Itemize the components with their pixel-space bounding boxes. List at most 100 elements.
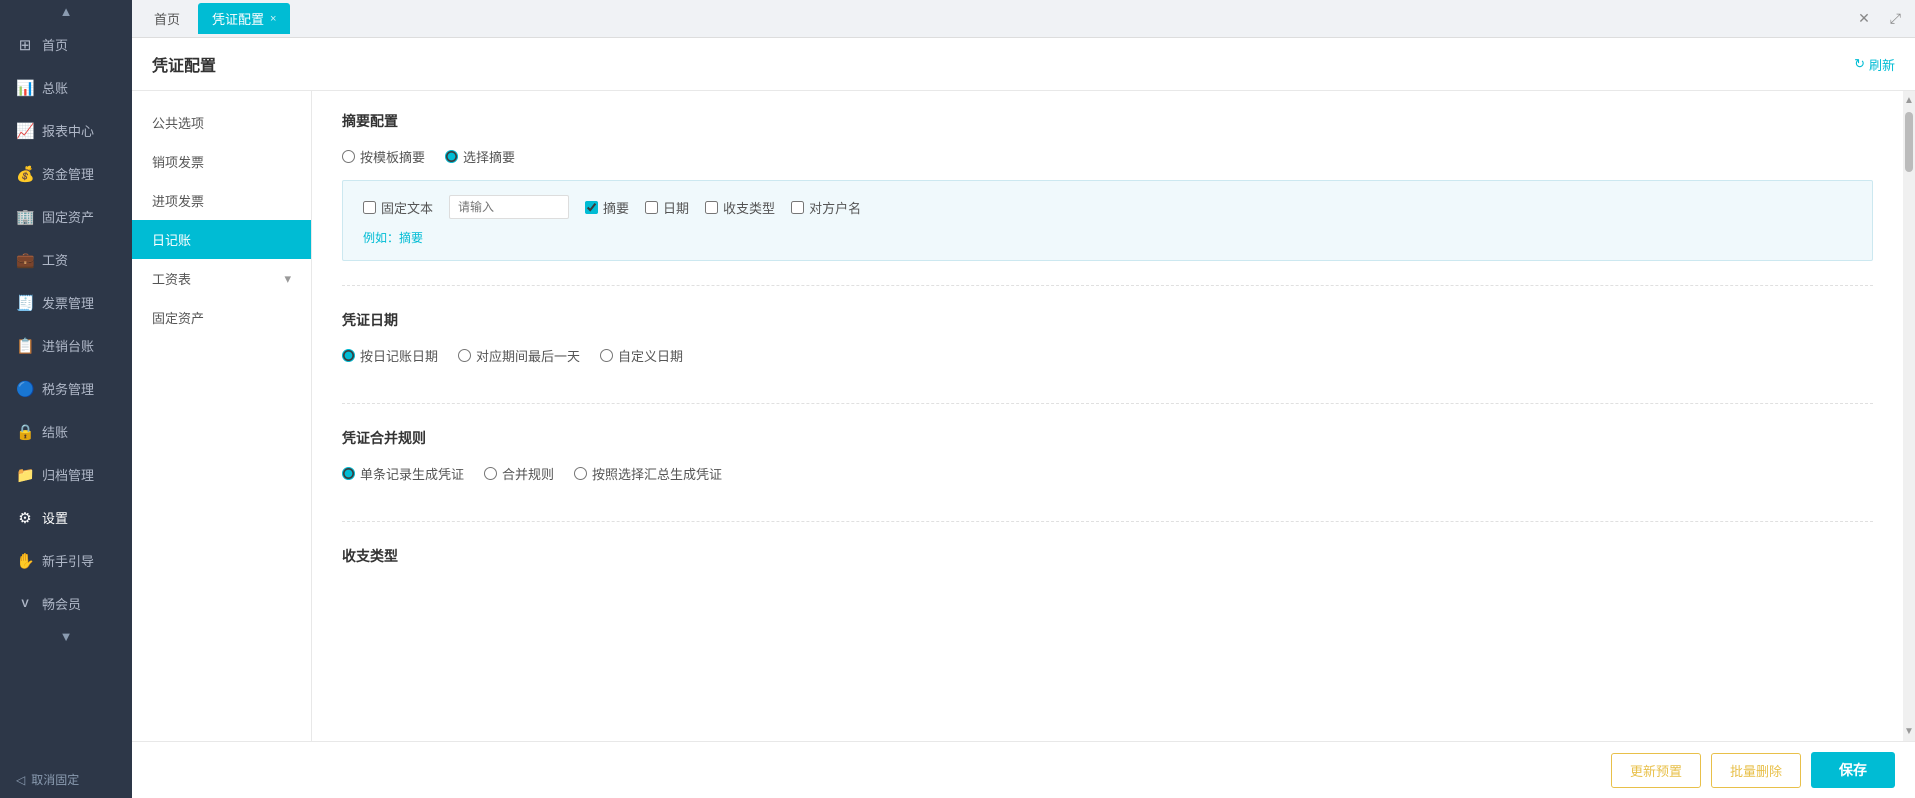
sidebar-item-payroll[interactable]: 💼 工资 [0, 238, 132, 281]
form-area: 摘要配置 按模板摘要 选择摘要 [312, 91, 1903, 741]
main-area: 首页 凭证配置 × ✕ ⤢ 凭证配置 ↻ 刷新 公共选项 [132, 0, 1915, 798]
fixed-text-label: 固定文本 [381, 198, 433, 217]
radio-due-last[interactable] [458, 349, 471, 362]
sidebar-item-label: 资金管理 [42, 164, 94, 183]
sidebar-item-guide[interactable]: ✋ 新手引导 [0, 539, 132, 582]
tab-bar: 首页 凭证配置 × ✕ ⤢ [132, 0, 1915, 38]
chevron-down-icon: ▾ [284, 271, 291, 287]
abstract-checkbox-label[interactable]: 摘要 [585, 198, 629, 217]
sidebar-item-label: 进销台账 [42, 336, 94, 355]
radio-custom-date-label[interactable]: 自定义日期 [600, 346, 683, 365]
nav-item-sales-label: 销项发票 [152, 152, 204, 171]
radio-single-text: 单条记录生成凭证 [360, 464, 464, 483]
tax-icon: 🔵 [16, 380, 34, 398]
nav-item-journal[interactable]: 日记账 [132, 220, 311, 259]
sidebar-item-settings[interactable]: ⚙ 设置 [0, 496, 132, 539]
radio-due-last-label[interactable]: 对应期间最后一天 [458, 346, 580, 365]
nav-item-payroll-table-label: 工资表 [152, 269, 191, 288]
tab-voucher-config-label: 凭证配置 [212, 9, 264, 28]
nav-item-payroll-table[interactable]: 工资表 ▾ [132, 259, 311, 298]
home-icon: ⊞ [16, 36, 34, 54]
sidebar-item-close[interactable]: 🔒 结账 [0, 410, 132, 453]
date-label: 日期 [663, 198, 689, 217]
sidebar-item-label: 报表中心 [42, 121, 94, 140]
radio-select-total-label[interactable]: 按照选择汇总生成凭证 [574, 464, 722, 483]
sidebar-item-reports[interactable]: 📈 报表中心 [0, 109, 132, 152]
page-title: 凭证配置 [152, 52, 216, 76]
update-preview-button[interactable]: 更新预置 [1611, 753, 1701, 788]
batch-delete-button[interactable]: 批量删除 [1711, 753, 1801, 788]
archive-icon: 📁 [16, 466, 34, 484]
window-resize-button[interactable]: ⤢ [1884, 8, 1907, 29]
radio-merge[interactable] [484, 467, 497, 480]
scroll-up-arrow[interactable]: ▲ [1902, 93, 1915, 108]
nav-item-purchase[interactable]: 进项发票 [132, 181, 311, 220]
fixed-text-input[interactable] [449, 195, 569, 219]
ledger-icon: 📊 [16, 79, 34, 97]
other-party-checkbox[interactable] [791, 201, 804, 214]
nav-item-fixed-assets-label: 固定资产 [152, 308, 204, 327]
sidebar-item-fixed-assets[interactable]: 🏢 固定资产 [0, 195, 132, 238]
sidebar-item-label: 设置 [42, 508, 68, 527]
nav-item-public[interactable]: 公共选项 [132, 103, 311, 142]
radio-select[interactable] [445, 150, 458, 163]
income-type-checkbox[interactable] [705, 201, 718, 214]
sidebar-item-ledger[interactable]: 📊 总账 [0, 66, 132, 109]
sidebar-item-purchase-sale[interactable]: 📋 进销台账 [0, 324, 132, 367]
radio-template[interactable] [342, 150, 355, 163]
radio-select-total[interactable] [574, 467, 587, 480]
sidebar-item-tax[interactable]: 🔵 税务管理 [0, 367, 132, 410]
tab-close-button[interactable]: × [270, 13, 276, 25]
save-button[interactable]: 保存 [1811, 752, 1895, 788]
sidebar-unpin-button[interactable]: ◁ 取消固定 [0, 761, 132, 798]
window-close-button[interactable]: ✕ [1852, 8, 1876, 29]
sidebar-scroll-down[interactable]: ▼ [0, 625, 132, 648]
radio-custom-date[interactable] [600, 349, 613, 362]
sidebar-item-label: 税务管理 [42, 379, 94, 398]
sidebar-item-label: 结账 [42, 422, 68, 441]
sidebar-item-home[interactable]: ⊞ 首页 [0, 23, 132, 66]
radio-single[interactable] [342, 467, 355, 480]
nav-item-sales[interactable]: 销项发票 [132, 142, 311, 181]
fixed-text-checkbox[interactable] [363, 201, 376, 214]
tab-actions: ✕ ⤢ [1852, 8, 1907, 29]
radio-select-label[interactable]: 选择摘要 [445, 147, 515, 166]
income-type-checkbox-label[interactable]: 收支类型 [705, 198, 775, 217]
radio-merge-label[interactable]: 合并规则 [484, 464, 554, 483]
scroll-down-arrow[interactable]: ▼ [1902, 724, 1915, 739]
refresh-button[interactable]: ↻ 刷新 [1854, 55, 1895, 74]
radio-journal-date-label[interactable]: 按日记账日期 [342, 346, 438, 365]
sidebar-item-invoice[interactable]: 🧾 发票管理 [0, 281, 132, 324]
radio-single-label[interactable]: 单条记录生成凭证 [342, 464, 464, 483]
funds-icon: 💰 [16, 165, 34, 183]
voucher-date-radio-group: 按日记账日期 对应期间最后一天 自定义日期 [342, 346, 1873, 365]
date-checkbox-label[interactable]: 日期 [645, 198, 689, 217]
purchase-sale-icon: 📋 [16, 337, 34, 355]
fixed-text-checkbox-label[interactable]: 固定文本 [363, 198, 433, 217]
refresh-label: 刷新 [1869, 55, 1895, 74]
other-party-checkbox-label[interactable]: 对方户名 [791, 198, 861, 217]
nav-item-purchase-label: 进项发票 [152, 191, 204, 210]
other-party-label: 对方户名 [809, 198, 861, 217]
sidebar-item-label: 首页 [42, 35, 68, 54]
sidebar-item-label: 固定资产 [42, 207, 94, 226]
nav-item-fixed-assets[interactable]: 固定资产 [132, 298, 311, 337]
sidebar-item-label: 畅会员 [42, 594, 81, 613]
date-checkbox[interactable] [645, 201, 658, 214]
merge-rules-title: 凭证合并规则 [342, 428, 1873, 448]
abstract-checkbox[interactable] [585, 201, 598, 214]
radio-journal-date[interactable] [342, 349, 355, 362]
radio-template-label[interactable]: 按模板摘要 [342, 147, 425, 166]
example-text: 例如：摘要 [363, 229, 1852, 246]
nav-item-public-label: 公共选项 [152, 113, 204, 132]
page-header: 凭证配置 ↻ 刷新 [132, 38, 1915, 91]
sidebar-item-funds[interactable]: 💰 资金管理 [0, 152, 132, 195]
sidebar-scroll-up[interactable]: ▲ [0, 0, 132, 23]
sidebar-item-label: 新手引导 [42, 551, 94, 570]
sidebar-item-archive[interactable]: 📁 归档管理 [0, 453, 132, 496]
scrollbar-thumb[interactable] [1905, 112, 1913, 172]
tab-home[interactable]: 首页 [140, 3, 194, 34]
sidebar-item-member[interactable]: V 畅会员 [0, 582, 132, 625]
guide-icon: ✋ [16, 552, 34, 570]
tab-voucher-config[interactable]: 凭证配置 × [198, 3, 290, 34]
